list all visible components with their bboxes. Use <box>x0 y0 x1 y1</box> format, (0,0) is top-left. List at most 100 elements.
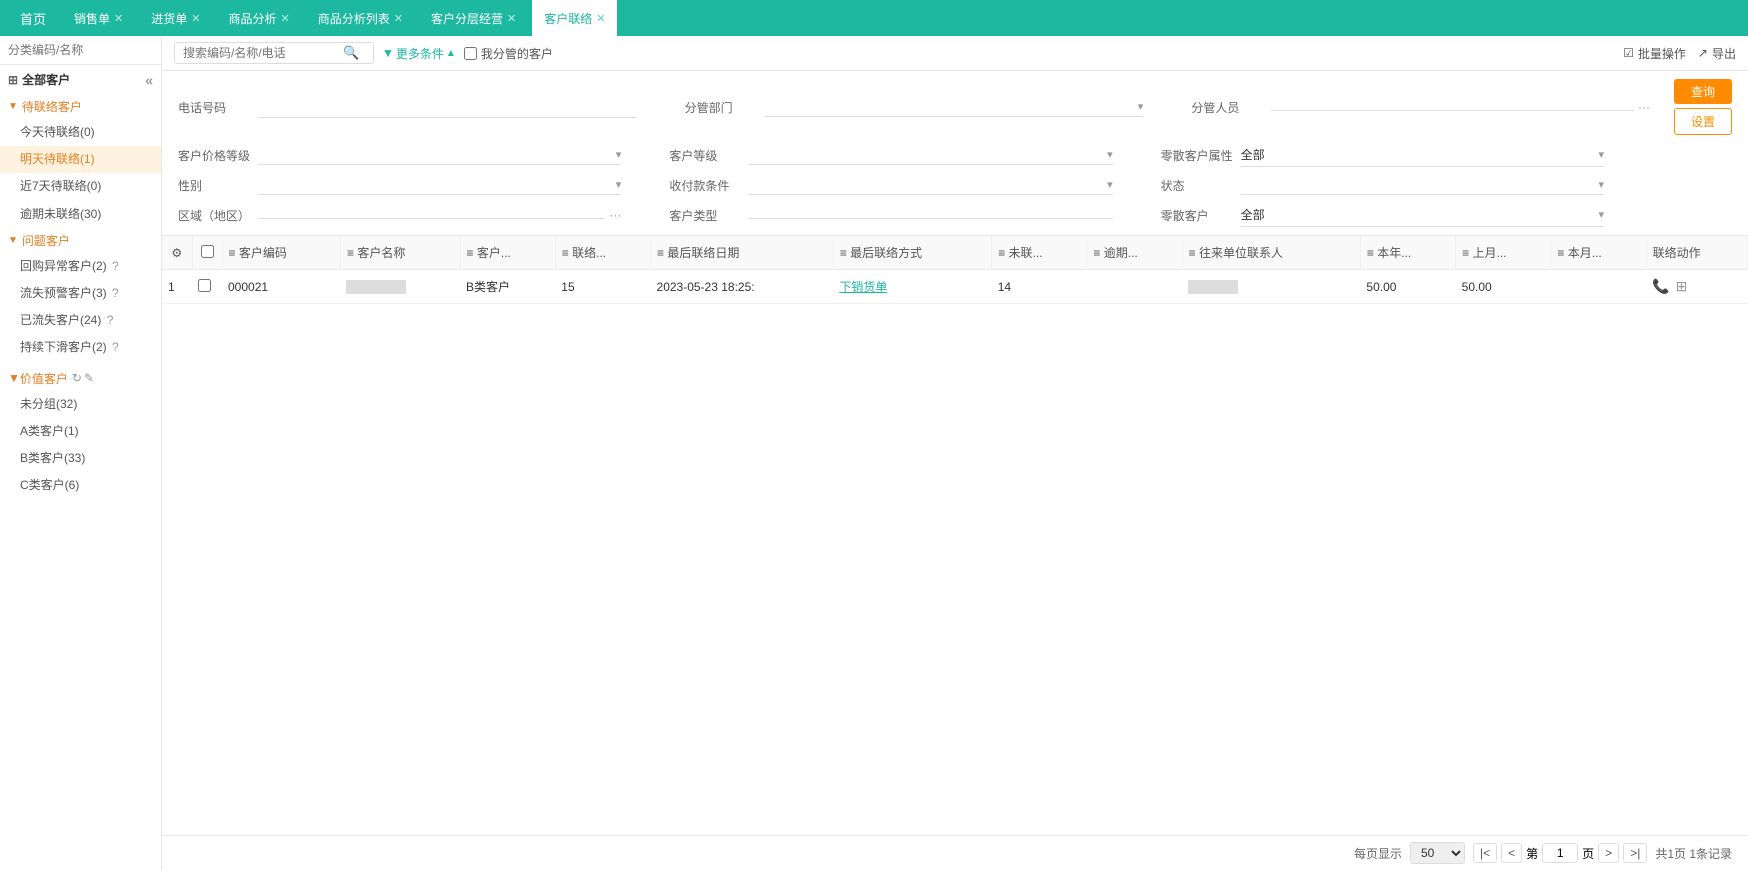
pending-section-title[interactable]: ▼ 待联络客户 <box>0 94 161 119</box>
col-settings[interactable]: ⚙ <box>162 236 192 270</box>
nav-purchase[interactable]: 进货单 ✕ <box>139 0 212 36</box>
more-dots-icon[interactable]: ··· <box>1638 100 1650 114</box>
nav-customer-contact[interactable]: 客户联络 ✕ <box>532 0 617 36</box>
cell-overdue <box>1087 270 1182 304</box>
sidebar-continuous-down[interactable]: 持续下滑客户(2) ? <box>0 334 161 361</box>
prev-page-btn[interactable]: < <box>1501 843 1522 863</box>
col-contact: ≡ 联络... <box>555 236 650 270</box>
cell-last-way[interactable]: 下销货单 <box>833 270 991 304</box>
all-customers-label[interactable]: ⊞ 全部客户 « <box>0 65 161 94</box>
col-customer-name: ≡ 客户名称 <box>340 236 460 270</box>
my-customers-checkbox[interactable] <box>464 47 477 60</box>
more-conditions-btn[interactable]: ▼ 更多条件 ▲ <box>382 45 456 62</box>
cell-last-date: 2023-05-23 18:25: <box>651 270 834 304</box>
row-action-group: 📞 ⊞ <box>1652 278 1741 295</box>
nav-product-analysis[interactable]: 商品分析 ✕ <box>216 0 301 36</box>
triangle-icon3: ▼ <box>8 371 20 385</box>
my-customers-check[interactable]: 我分管的客户 <box>464 45 553 62</box>
price-grade-label: 客户价格等级 <box>178 147 258 164</box>
per-page-select[interactable]: 50 100 200 <box>1410 842 1465 864</box>
gender-field: 性别 ▾ <box>178 175 621 195</box>
close-purchase-tab[interactable]: ✕ <box>191 12 200 25</box>
table-row: 1 000021 B类客户 15 2023-05-23 18:25: 下销货单 … <box>162 270 1748 304</box>
select-all-checkbox[interactable] <box>201 245 214 258</box>
export-btn[interactable]: ↗ 导出 <box>1698 45 1736 62</box>
help-icon: ? <box>112 259 119 273</box>
customer-grade-label: 客户等级 <box>669 147 749 164</box>
nav-customer-layer[interactable]: 客户分层经营 ✕ <box>419 0 528 36</box>
area-field: 区域（地区） ··· <box>178 207 621 224</box>
price-grade-select[interactable]: ▾ <box>258 145 621 165</box>
col-checkbox[interactable] <box>192 236 222 270</box>
first-page-btn[interactable]: |< <box>1473 843 1497 863</box>
next-page-btn[interactable]: > <box>1598 843 1619 863</box>
cell-type: B类客户 <box>460 270 555 304</box>
search-icon[interactable]: 🔍 <box>343 45 359 61</box>
sidebar-repeat-abnormal[interactable]: 回购异常客户(2) ? <box>0 253 161 280</box>
data-table-container: ⚙ ≡ 客户编码 ≡ 客户名称 ≡ 客户... ≡ 联络... ≡ 最后联络日期… <box>162 236 1748 835</box>
customer-grade-field: 客户等级 ▾ <box>669 145 1112 165</box>
sidebar-today-contact[interactable]: 今天待联络(0) <box>0 119 161 146</box>
batch-action-btn[interactable]: ☑ 批量操作 <box>1623 45 1686 62</box>
nav-sales[interactable]: 销售单 ✕ <box>62 0 135 36</box>
col-overdue: ≡ 逾期... <box>1087 236 1182 270</box>
retail-customer-select[interactable]: 全部 ▾ <box>1241 203 1604 227</box>
sidebar-already-lost[interactable]: 已流失客户(24) ? <box>0 307 161 334</box>
phone-action-icon[interactable]: 📞 <box>1652 278 1669 295</box>
grid-action-icon[interactable]: ⊞ <box>1676 278 1688 295</box>
sidebar-class-a[interactable]: A类客户(1) <box>0 418 161 445</box>
check-icon: ☑ <box>1623 46 1634 60</box>
sidebar-lost-warning[interactable]: 流失预警客户(3) ? <box>0 280 161 307</box>
close-product-list-tab[interactable]: ✕ <box>394 12 403 25</box>
sidebar-tomorrow-contact[interactable]: 明天待联络(1) <box>0 146 161 173</box>
cell-checkbox[interactable] <box>192 270 222 304</box>
customer-grade-select[interactable]: ▾ <box>749 145 1112 165</box>
page-unit: 页 <box>1582 845 1594 862</box>
nav-product-list[interactable]: 商品分析列表 ✕ <box>306 0 415 36</box>
chevron-down-icon4: ▾ <box>1598 148 1604 161</box>
status-select[interactable]: ▾ <box>1241 175 1604 195</box>
dept-select[interactable]: ▾ <box>765 97 1144 117</box>
help-icon4: ? <box>112 340 119 354</box>
problem-section-title[interactable]: ▼ 问题客户 <box>0 228 161 253</box>
cell-actions: 📞 ⊞ <box>1646 270 1747 304</box>
sidebar-class-b[interactable]: B类客户(33) <box>0 445 161 472</box>
area-more-icon[interactable]: ··· <box>609 208 621 222</box>
sidebar-week-contact[interactable]: 近7天待联络(0) <box>0 173 161 200</box>
top-navigation: 首页 销售单 ✕ 进货单 ✕ 商品分析 ✕ 商品分析列表 ✕ 客户分层经营 ✕ … <box>0 0 1748 36</box>
edit-icon[interactable]: ✎ <box>84 371 94 385</box>
sidebar: 🔍 ⊞ 全部客户 « ▼ 待联络客户 今天待联络(0) 明天待联络(1) 近7天… <box>0 36 162 870</box>
sidebar-search-bar: 🔍 <box>0 36 161 65</box>
close-customer-contact-tab[interactable]: ✕ <box>596 12 605 25</box>
chevron-down-icon5: ▾ <box>616 178 622 191</box>
query-button[interactable]: 查询 <box>1674 79 1732 104</box>
page-input[interactable] <box>1542 843 1578 863</box>
customer-type-select[interactable] <box>749 212 1112 219</box>
nav-home[interactable]: 首页 <box>8 0 58 36</box>
sidebar-unclassified[interactable]: 未分组(32) <box>0 391 161 418</box>
area-select[interactable] <box>258 212 605 219</box>
sidebar-search-input[interactable] <box>8 43 162 57</box>
close-product-analysis-tab[interactable]: ✕ <box>281 12 290 25</box>
customer-type-label: 客户类型 <box>669 207 749 224</box>
gender-select[interactable]: ▾ <box>258 175 621 195</box>
person-select[interactable] <box>1271 104 1634 111</box>
reset-button[interactable]: 设置 <box>1674 108 1732 135</box>
refresh-icon[interactable]: ↻ <box>72 371 82 385</box>
col-last-month: ≡ 上月... <box>1456 236 1551 270</box>
value-section-title[interactable]: ▼ 价值客户 ↻ ✎ <box>0 366 161 391</box>
cell-code: 000021 <box>222 270 340 304</box>
close-sales-tab[interactable]: ✕ <box>114 12 123 25</box>
search-input[interactable] <box>183 46 343 60</box>
last-page-btn[interactable]: >| <box>1623 843 1647 863</box>
payment-select[interactable]: ▾ <box>749 175 1112 195</box>
phone-label: 电话号码 <box>178 99 258 116</box>
last-way-link[interactable]: 下销货单 <box>839 280 887 294</box>
close-customer-layer-tab[interactable]: ✕ <box>507 12 516 25</box>
retail-prop-select[interactable]: 全部 ▾ <box>1241 143 1604 167</box>
phone-input[interactable] <box>258 97 637 118</box>
sidebar-overdue-contact[interactable]: 逾期未联络(30) <box>0 201 161 228</box>
sidebar-class-c[interactable]: C类客户(6) <box>0 472 161 499</box>
row-checkbox[interactable] <box>198 279 211 292</box>
collapse-icon[interactable]: « <box>145 72 153 88</box>
